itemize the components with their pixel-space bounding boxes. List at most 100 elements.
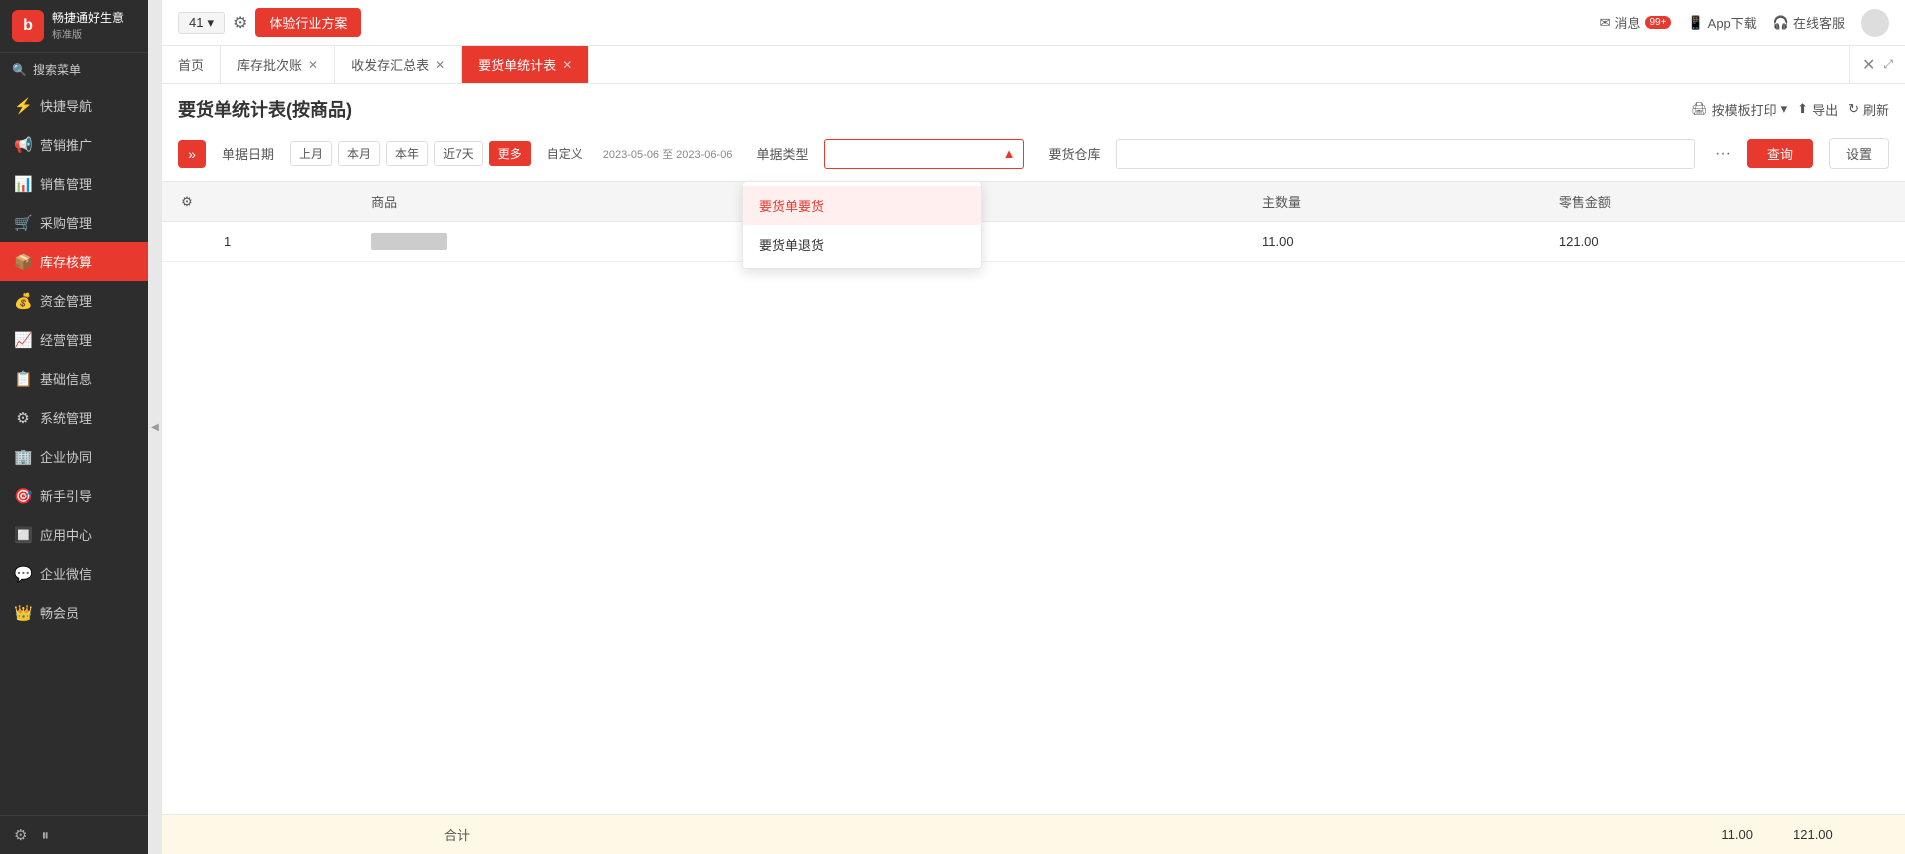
- nav-icon-wechat: 💬: [14, 565, 32, 583]
- main-content: 41 ▾ ⚙ 体验行业方案 ✉ 消息 99+ 📱 App下载 🎧 在线客服: [162, 0, 1905, 854]
- print-icon: 🖨: [1691, 101, 1708, 117]
- export-icon: ⬆: [1797, 101, 1808, 117]
- cell-quantity-0: 11.00: [1250, 222, 1547, 262]
- refresh-icon: ↻: [1848, 101, 1859, 117]
- sidebar-item-basic[interactable]: 📋基础信息: [0, 359, 148, 398]
- set-button[interactable]: 设置: [1829, 138, 1889, 169]
- dropdown-item-1[interactable]: 要货单退货: [743, 225, 981, 264]
- date-btn-0[interactable]: 上月: [290, 141, 332, 166]
- header: 41 ▾ ⚙ 体验行业方案 ✉ 消息 99+ 📱 App下载 🎧 在线客服: [162, 0, 1905, 46]
- nav-icon-marketing: 📢: [14, 136, 32, 154]
- cell-index-0: 1: [212, 222, 359, 262]
- sidebar: b 畅捷通好生意 标准版 🔍 搜索菜单 ⚡快捷导航📢营销推广📊销售管理🛒采购管理…: [0, 0, 148, 854]
- sidebar-item-wechat[interactable]: 💬 企业微信: [0, 554, 148, 593]
- sidebar-item-system[interactable]: ⚙系统管理: [0, 398, 148, 437]
- filter-expand-btn[interactable]: »: [178, 140, 206, 168]
- trial-button[interactable]: 体验行业方案: [255, 8, 361, 37]
- sidebar-item-appstore[interactable]: 🔲 应用中心: [0, 515, 148, 554]
- sidebar-item-purchase[interactable]: 🛒采购管理: [0, 203, 148, 242]
- date-btn-2[interactable]: 本年: [386, 141, 428, 166]
- sidebar-search[interactable]: 🔍 搜索菜单: [0, 53, 148, 86]
- nav-icon-appstore: 🔲: [14, 526, 32, 544]
- print-template-btn[interactable]: 🖨 按模板打印 ▾: [1691, 100, 1787, 119]
- table-body: 1 ████ ███ 块 11.00 121.00: [162, 222, 1905, 262]
- page-title-bar: 要货单统计表(按商品) 🖨 按模板打印 ▾ ⬆ 导出 ↻ 刷新: [162, 84, 1905, 130]
- date-btn-4[interactable]: 更多: [489, 141, 531, 166]
- tab-inventory-batch[interactable]: 库存批次账 ✕: [221, 46, 335, 83]
- tab-close-order-stats[interactable]: ✕: [562, 58, 572, 72]
- nav-label-wechat: 企业微信: [40, 564, 92, 583]
- tab-close-inventory-batch[interactable]: ✕: [308, 58, 318, 72]
- tab-count-display[interactable]: 41 ▾: [178, 12, 225, 34]
- sidebar-item-operations[interactable]: 📈经营管理: [0, 320, 148, 359]
- type-select[interactable]: ▲: [824, 139, 1024, 169]
- tab-close-collect-summary[interactable]: ✕: [435, 58, 445, 72]
- sidebar-item-enterprise[interactable]: 🏢企业协同: [0, 437, 148, 476]
- type-dropdown: 要货单要货要货单退货: [742, 181, 982, 269]
- app-download-action[interactable]: 📱 App下载: [1687, 13, 1756, 32]
- cell-amount-0: 121.00: [1547, 222, 1905, 262]
- table-footer: 合计 11.00 121.00: [162, 814, 1905, 854]
- warehouse-select[interactable]: [1116, 139, 1695, 169]
- headset-icon: 🎧: [1773, 15, 1789, 31]
- nav-label-inventory: 库存核算: [40, 252, 92, 271]
- tab-label-inventory-batch: 库存批次账: [237, 55, 302, 74]
- nav-icon-finance: 💰: [14, 292, 32, 310]
- message-icon: ✉: [1600, 15, 1611, 31]
- nav-icon-guide: 🎯: [14, 487, 32, 505]
- sidebar-item-member[interactable]: 👑畅会员: [0, 593, 148, 632]
- nav-label-appstore: 应用中心: [40, 525, 92, 544]
- tab-label-order-stats: 要货单统计表: [478, 55, 556, 74]
- page-content: 要货单统计表(按商品) 🖨 按模板打印 ▾ ⬆ 导出 ↻ 刷新: [162, 84, 1905, 854]
- nav-label-basic: 基础信息: [40, 369, 92, 388]
- settings-icon[interactable]: ⚙: [14, 826, 27, 844]
- close-all-tabs[interactable]: ✕ ⤢: [1849, 46, 1905, 83]
- date-btn-1[interactable]: 本月: [338, 141, 380, 166]
- nav-icon-member: 👑: [14, 604, 32, 622]
- page-inner: 要货单统计表(按商品) 🖨 按模板打印 ▾ ⬆ 导出 ↻ 刷新: [162, 84, 1905, 854]
- column-settings[interactable]: ⚙: [162, 182, 212, 222]
- tab-order-stats[interactable]: 要货单统计表 ✕: [462, 46, 589, 83]
- export-btn[interactable]: ⬆ 导出: [1797, 100, 1838, 119]
- tab-label-collect-summary: 收发存汇总表: [351, 55, 429, 74]
- sidebar-item-sales[interactable]: 📊 销售管理: [0, 164, 148, 203]
- footer-amount: 121.00: [1793, 827, 1893, 842]
- nav-label-quick-nav: 快捷导航: [40, 96, 92, 115]
- title-actions: 🖨 按模板打印 ▾ ⬆ 导出 ↻ 刷新: [1691, 100, 1889, 119]
- pause-icon[interactable]: ⏸: [41, 827, 49, 844]
- sidebar-item-finance[interactable]: 💰资金管理: [0, 281, 148, 320]
- custom-date-btn[interactable]: 自定义: [547, 145, 583, 162]
- header-settings-icon[interactable]: ⚙: [231, 11, 249, 35]
- header-right: ✉ 消息 99+ 📱 App下载 🎧 在线客服: [1600, 9, 1889, 37]
- sidebar-item-inventory[interactable]: 📦库存核算: [0, 242, 148, 281]
- expand-icon: ⤢: [1883, 57, 1893, 72]
- nav-label-sales: 销售管理: [40, 174, 92, 193]
- dropdown-item-0[interactable]: 要货单要货: [743, 186, 981, 225]
- query-button[interactable]: 查询: [1747, 139, 1813, 168]
- chevron-down-icon: ▾: [1781, 101, 1788, 117]
- nav-icon-quick-nav: ⚡: [14, 97, 32, 115]
- nav-label-guide: 新手引导: [40, 486, 92, 505]
- table-wrap: ⚙ 商品 主计量单位 主数量 零售金额 1 ████ ███ 块 11.00 1…: [162, 182, 1905, 814]
- user-avatar[interactable]: [1861, 9, 1889, 37]
- footer-quantity: 11.00: [1573, 827, 1793, 842]
- refresh-btn[interactable]: ↻ 刷新: [1848, 100, 1889, 119]
- table-header-row: ⚙ 商品 主计量单位 主数量 零售金额: [162, 182, 1905, 222]
- tab-collect-summary[interactable]: 收发存汇总表 ✕: [335, 46, 462, 83]
- more-filters-btn[interactable]: ···: [1715, 145, 1731, 163]
- tab-home[interactable]: 首页: [162, 46, 221, 83]
- nav-icon-sales: 📊: [14, 175, 32, 193]
- nav-label-operations: 经营管理: [40, 330, 92, 349]
- sidebar-item-quick-nav[interactable]: ⚡ 快捷导航: [0, 86, 148, 125]
- nav-icon-system: ⚙: [14, 409, 32, 427]
- tabs-bar: 首页库存批次账 ✕ 收发存汇总表 ✕ 要货单统计表 ✕ ✕ ⤢: [162, 46, 1905, 84]
- sidebar-item-marketing[interactable]: 📢营销推广: [0, 125, 148, 164]
- date-btn-3[interactable]: 近7天: [434, 141, 483, 166]
- sidebar-collapse-btn[interactable]: ◀: [148, 0, 162, 854]
- message-action[interactable]: ✉ 消息 99+: [1600, 13, 1672, 32]
- phone-icon: 📱: [1687, 15, 1703, 31]
- online-service-action[interactable]: 🎧 在线客服: [1773, 13, 1845, 32]
- column-amount: 零售金额: [1547, 182, 1905, 222]
- column-quantity: 主数量: [1250, 182, 1547, 222]
- sidebar-item-guide[interactable]: 🎯 新手引导: [0, 476, 148, 515]
